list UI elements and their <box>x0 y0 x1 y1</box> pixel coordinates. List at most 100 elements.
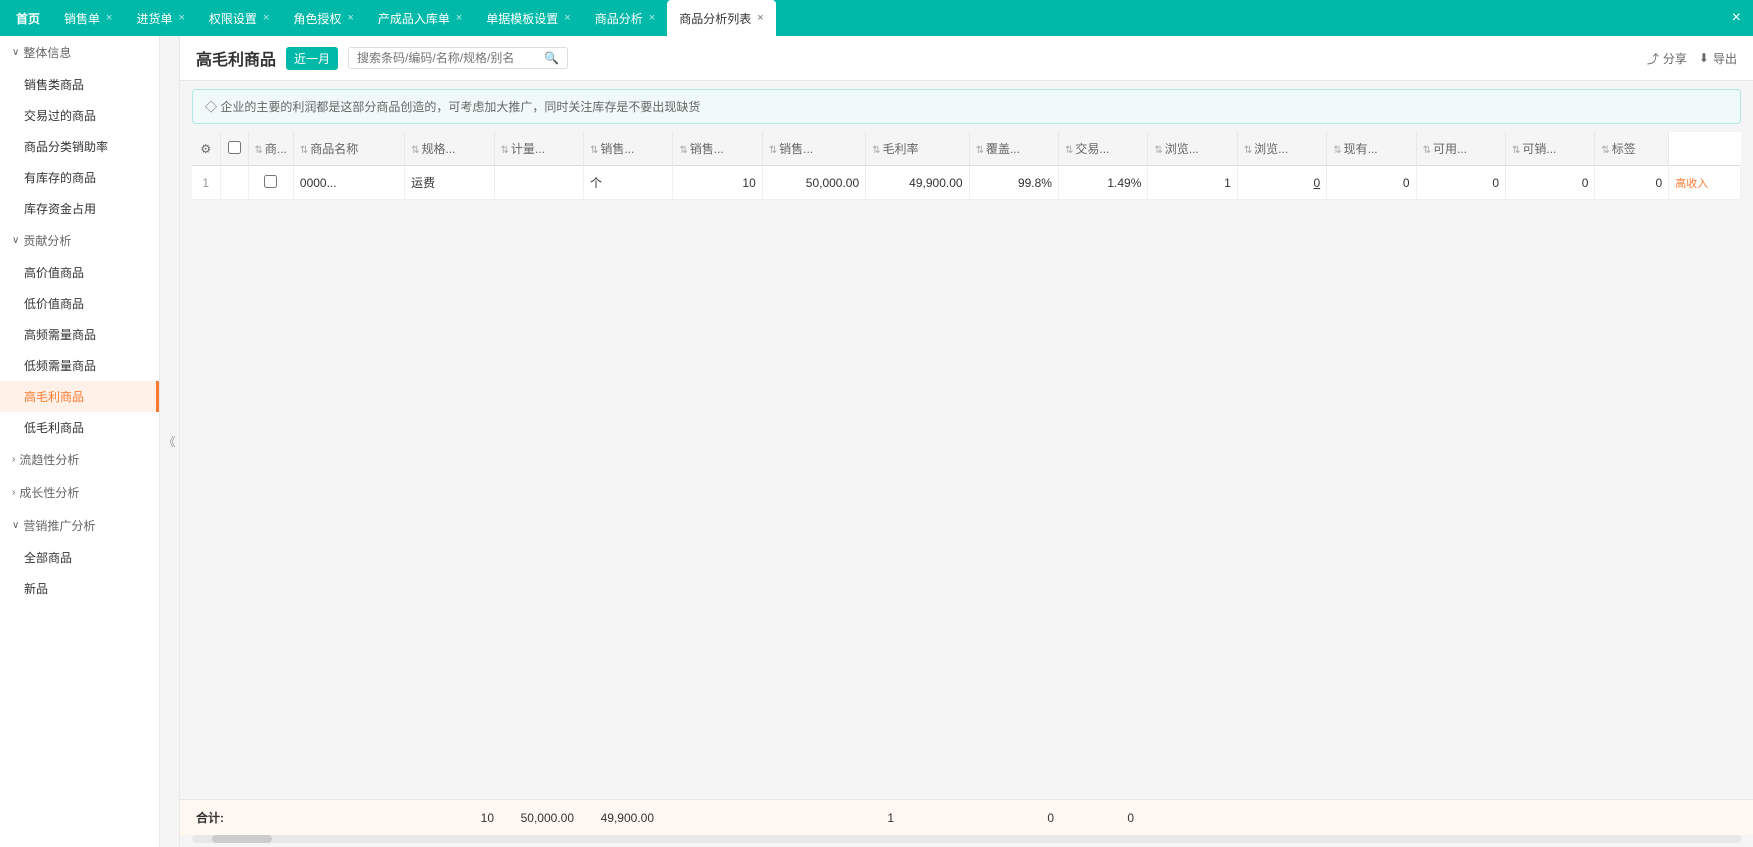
nav-tab-product-analysis[interactable]: 商品分析 × <box>583 0 667 36</box>
export-icon: ⬇ <box>1699 51 1709 65</box>
row-available-stock: 0 <box>1506 166 1595 200</box>
row-checkbox-cell[interactable] <box>248 166 293 200</box>
col-transactions[interactable]: ⇅交易... <box>1058 132 1147 166</box>
top-nav-bar: 首页 销售单 × 进货单 × 权限设置 × 角色授权 × 产成品入库单 × 单据… <box>0 0 1753 36</box>
share-button[interactable]: ⤴ 分享 <box>1647 50 1687 67</box>
close-tab-product-analysis[interactable]: × <box>649 12 655 24</box>
row-number: 1 <box>192 166 220 200</box>
col-browse1[interactable]: ⇅浏览... <box>1148 132 1237 166</box>
page-title: 高毛利商品 <box>196 46 276 70</box>
col-sales-cost[interactable]: ⇅销售... <box>762 132 865 166</box>
col-checkbox[interactable] <box>220 132 248 166</box>
search-box[interactable]: 🔍 <box>348 47 568 69</box>
sidebar-item-stock-capital[interactable]: 库存资金占用 <box>0 193 159 224</box>
row-margin-rate: 99.8% <box>969 166 1058 200</box>
share-icon: ⤴ <box>1647 50 1659 67</box>
close-all-tabs-button[interactable]: × <box>1724 9 1749 27</box>
nav-tab-product-import[interactable]: 产成品入库单 × <box>366 0 474 36</box>
sidebar-group-trend-analysis[interactable]: › 流趋性分析 <box>0 443 159 476</box>
footer-available-stock: 0 <box>1060 811 1140 825</box>
row-checkbox[interactable] <box>264 175 277 188</box>
footer-sales-amount: 50,000.00 <box>500 811 580 825</box>
row-name: 运费 <box>405 166 494 200</box>
row-browse1[interactable]: 0 <box>1237 166 1326 200</box>
sidebar-item-high-freq-goods[interactable]: 高频需量商品 <box>0 319 159 350</box>
sidebar-item-traded-goods[interactable]: 交易过的商品 <box>0 100 159 131</box>
sidebar-item-low-freq-goods[interactable]: 低频需量商品 <box>0 350 159 381</box>
sidebar-item-high-value-goods[interactable]: 高价值商品 <box>0 257 159 288</box>
table-container[interactable]: ⚙ ⇅商... ⇅商品名称 ⇅规格... ⇅计量... ⇅销售... ⇅销售..… <box>180 132 1753 799</box>
goods-table: ⚙ ⇅商... ⇅商品名称 ⇅规格... ⇅计量... ⇅销售... ⇅销售..… <box>192 132 1741 200</box>
row-sales-qty: 10 <box>673 166 762 200</box>
col-available-stock[interactable]: ⇅可用... <box>1416 132 1505 166</box>
sidebar-collapse-button[interactable]: 《 <box>160 36 180 847</box>
col-sales-amount[interactable]: ⇅销售... <box>673 132 762 166</box>
col-code[interactable]: ⇅商... <box>248 132 293 166</box>
sidebar-group-marketing-analysis[interactable]: ∨ 营销推广分析 <box>0 509 159 542</box>
col-current-stock[interactable]: ⇅现有... <box>1327 132 1416 166</box>
sidebar-item-all-goods[interactable]: 全部商品 <box>0 542 159 573</box>
col-unit[interactable]: ⇅计量... <box>494 132 583 166</box>
arrow-trend-analysis: › <box>12 454 15 465</box>
col-tag[interactable]: ⇅标签 <box>1595 132 1669 166</box>
nav-tab-role-permission[interactable]: 角色授权 × <box>281 0 365 36</box>
row-sales-cost: 49,900.00 <box>866 166 969 200</box>
sidebar-item-sales-ranking[interactable]: 销售类商品 <box>0 69 159 100</box>
sidebar-item-low-margin-goods[interactable]: 低毛利商品 <box>0 412 159 443</box>
col-name[interactable]: ⇅商品名称 <box>293 132 404 166</box>
col-saleable-stock[interactable]: ⇅可销... <box>1506 132 1595 166</box>
footer-bar: 合计: 10 50,000.00 49,900.00 1 0 0 <box>180 799 1753 835</box>
row-browse2: 0 <box>1327 166 1416 200</box>
close-tab-order-template[interactable]: × <box>564 12 570 24</box>
search-icon[interactable]: 🔍 <box>544 51 559 65</box>
close-tab-import-order[interactable]: × <box>178 12 184 24</box>
arrow-marketing-analysis: ∨ <box>12 520 19 531</box>
col-coverage[interactable]: ⇅覆盖... <box>969 132 1058 166</box>
row-tag: 高收入 <box>1669 166 1741 200</box>
bottom-scrollbar[interactable] <box>192 835 1741 843</box>
row-sales-amount: 50,000.00 <box>762 166 865 200</box>
nav-tab-sales-order[interactable]: 销售单 × <box>52 0 124 36</box>
row-coverage: 1.49% <box>1058 166 1147 200</box>
header-right-actions: ⤴ 分享 ⬇ 导出 <box>1647 50 1737 67</box>
close-tab-sales-order[interactable]: × <box>106 12 112 24</box>
col-browse2[interactable]: ⇅浏览... <box>1237 132 1326 166</box>
nav-tab-order-template[interactable]: 单据模板设置 × <box>474 0 582 36</box>
table-header-row: ⚙ ⇅商... ⇅商品名称 ⇅规格... ⇅计量... ⇅销售... ⇅销售..… <box>192 132 1741 166</box>
col-margin-rate[interactable]: ⇅毛利率 <box>866 132 969 166</box>
footer-current-stock: 0 <box>980 811 1060 825</box>
footer-sales-qty-val: 10 <box>440 811 500 825</box>
search-input[interactable] <box>357 51 544 65</box>
col-sales-qty[interactable]: ⇅销售... <box>583 132 672 166</box>
row-settings-cell <box>220 166 248 200</box>
info-banner: ◇ 企业的主要的利润都是这部分商品创造的，可考虑加大推广，同时关注库存是不要出现… <box>192 89 1741 124</box>
arrow-overall-info: ∨ <box>12 47 19 58</box>
nav-tab-import-order[interactable]: 进货单 × <box>124 0 196 36</box>
col-spec[interactable]: ⇅规格... <box>405 132 494 166</box>
sidebar-item-new-goods[interactable]: 新品 <box>0 573 159 604</box>
sidebar: ∨ 整体信息 销售类商品 交易过的商品 商品分类销助率 有库存的商品 库存资金占… <box>0 36 160 847</box>
close-tab-product-analysis-list[interactable]: × <box>757 12 763 24</box>
export-button[interactable]: ⬇ 导出 <box>1699 50 1737 67</box>
sidebar-item-low-value-goods[interactable]: 低价值商品 <box>0 288 159 319</box>
sidebar-group-asset-analysis[interactable]: ∨ 贡献分析 <box>0 224 159 257</box>
scrollbar-thumb[interactable] <box>212 835 272 843</box>
col-settings[interactable]: ⚙ <box>192 132 220 166</box>
period-button[interactable]: 近一月 <box>286 47 338 70</box>
sidebar-item-goods-analysis-rate[interactable]: 商品分类销助率 <box>0 131 159 162</box>
footer-label: 合计: <box>196 809 224 826</box>
nav-tab-home[interactable]: 首页 <box>4 0 52 36</box>
sidebar-item-high-margin-goods[interactable]: 高毛利商品 <box>0 381 159 412</box>
close-tab-permission-setup[interactable]: × <box>263 12 269 24</box>
row-code: 0000... <box>293 166 404 200</box>
nav-tab-permission-setup[interactable]: 权限设置 × <box>197 0 281 36</box>
close-tab-role-permission[interactable]: × <box>347 12 353 24</box>
select-all-checkbox[interactable] <box>228 141 241 154</box>
close-tab-product-import[interactable]: × <box>456 12 462 24</box>
content-area: 高毛利商品 近一月 🔍 ⤴ 分享 ⬇ 导出 ◇ 企业的主要的利润都是这部分商品创… <box>180 36 1753 847</box>
sidebar-group-growth-analysis[interactable]: › 成长性分析 <box>0 476 159 509</box>
table-body: 1 0000... 运费 个 10 50,000.00 49,900.00 99… <box>192 166 1741 200</box>
sidebar-group-overall-info[interactable]: ∨ 整体信息 <box>0 36 159 69</box>
sidebar-item-goods-in-stock[interactable]: 有库存的商品 <box>0 162 159 193</box>
nav-tab-product-analysis-list[interactable]: 商品分析列表 × <box>667 0 775 36</box>
